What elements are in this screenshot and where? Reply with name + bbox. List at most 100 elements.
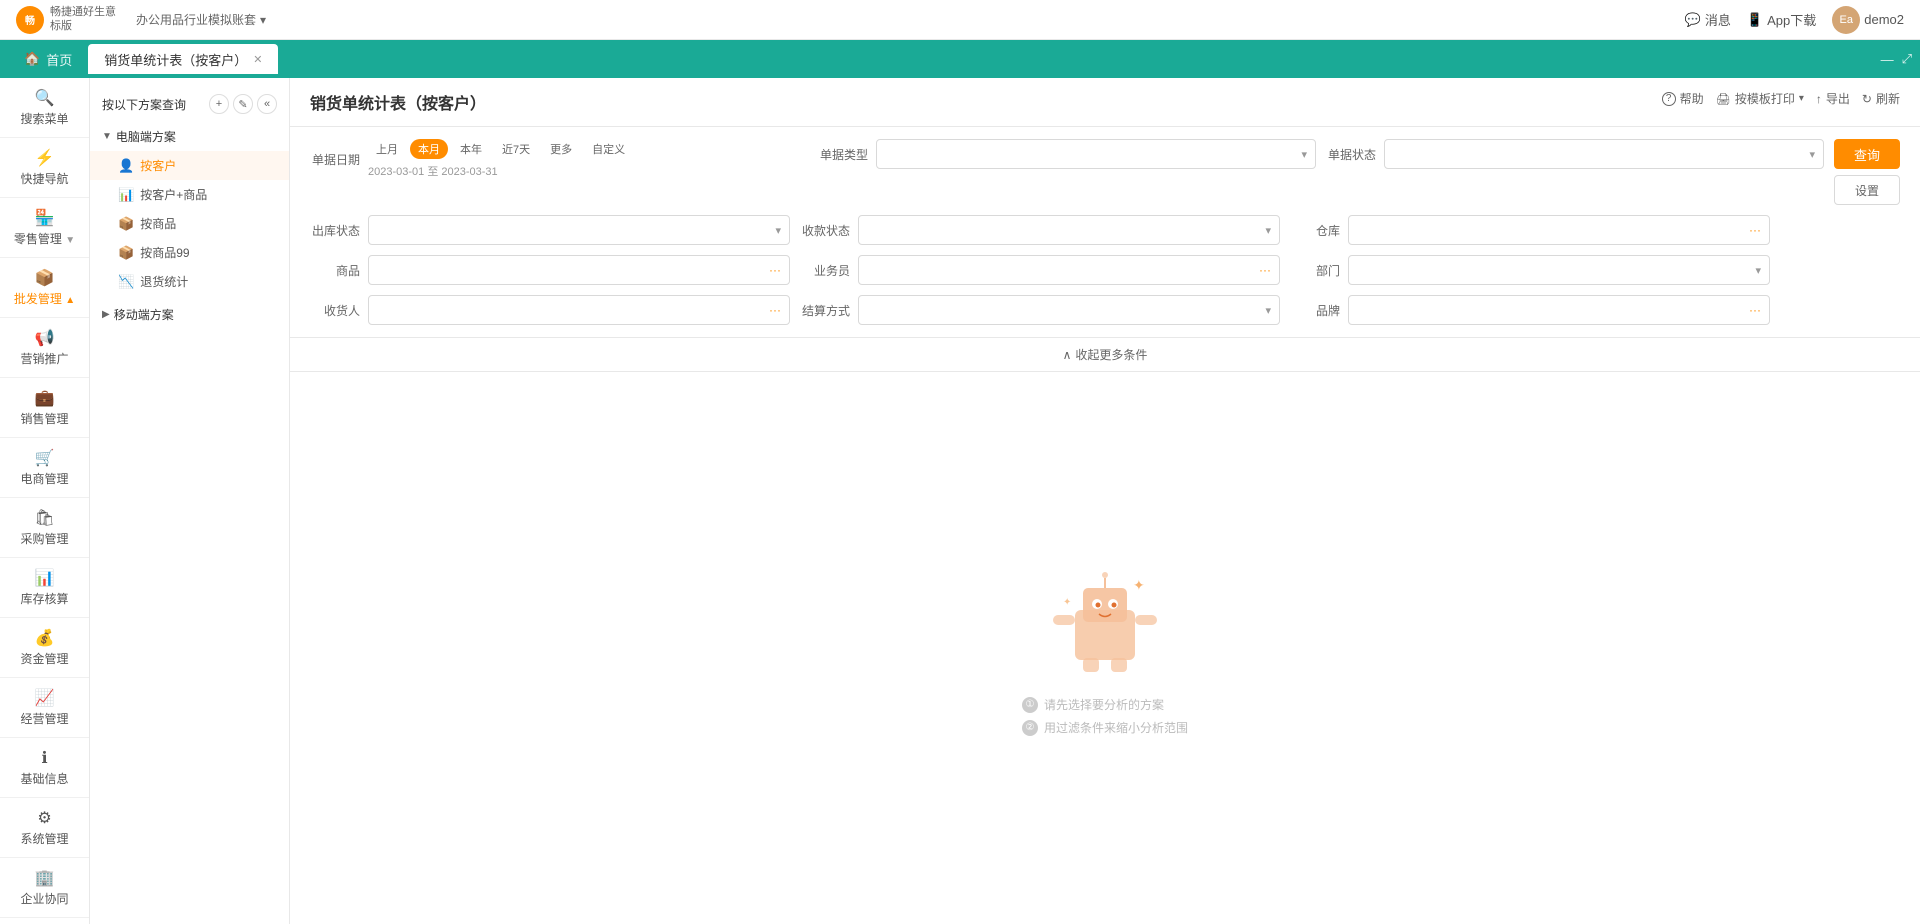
app-download-btn[interactable]: 📱 App下载: [1747, 10, 1816, 29]
avatar: Ea: [1832, 6, 1860, 34]
sidebar-item-ecommerce[interactable]: 🛒 电商管理: [0, 438, 89, 498]
empty-state: ✦ ✦ ① 请先选择要分析的方案 ② 用过滤条件来缩小分析范围: [290, 372, 1920, 924]
settlement-input[interactable]: ▾: [858, 295, 1280, 325]
sidebar-item-retail[interactable]: 🏪 零售管理 ▼: [0, 198, 89, 258]
top-header: 畅 畅捷通好生意 标版 办公用品行业模拟账套 ▾ 💬 消息 📱 App下载 Ea…: [0, 0, 1920, 40]
header-right: 💬 消息 📱 App下载 Ea demo2: [1685, 6, 1904, 34]
sidebar-item-wholesale[interactable]: 📦 批发管理 ▲: [0, 258, 89, 318]
page-header: 销货单统计表（按客户） ? 帮助 🖨 按模板打印 ▾ ↑ 导出 ↻ 刷新: [290, 78, 1920, 127]
left-panel: 按以下方案查询 + ✎ « ▼ 电脑端方案 👤 按客户 📊 按客户+商品 📦: [90, 78, 290, 924]
sidebar-item-marketing[interactable]: 📢 营销推广: [0, 318, 89, 378]
bill-status-input[interactable]: ▾: [1384, 139, 1824, 169]
plan-item-by-product[interactable]: 📦 按商品: [90, 209, 289, 238]
add-plan-btn[interactable]: +: [209, 94, 229, 114]
sidebar-item-enterprise[interactable]: 🏢 企业协同: [0, 858, 89, 918]
sidebar-item-quick-nav[interactable]: ⚡ 快捷导航: [0, 138, 89, 198]
main-layout: 🔍 搜索菜单 ⚡ 快捷导航 🏪 零售管理 ▼ 📦 批发管理 ▲ 📢 营销推广 💼…: [0, 78, 1920, 924]
sidebar-item-system[interactable]: ⚙ 系统管理: [0, 798, 89, 858]
svg-text:✦: ✦: [1133, 577, 1145, 593]
desktop-arrow-icon: ▼: [102, 131, 112, 142]
warehouse-input[interactable]: ···: [1348, 215, 1770, 245]
system-icon: ⚙: [4, 808, 85, 828]
product-icon: 📦: [118, 216, 134, 232]
date-tab-custom[interactable]: 自定义: [584, 139, 633, 159]
payment-status-arrow-icon: ▾: [1265, 224, 1271, 237]
tab-close-icon[interactable]: ✕: [253, 53, 262, 66]
brand-input[interactable]: ···: [1348, 295, 1770, 325]
ecommerce-icon: 🛒: [4, 448, 85, 468]
receiver-dots-icon: ···: [769, 303, 781, 317]
maximize-icon[interactable]: ⤢: [1902, 51, 1912, 67]
sidebar-item-finance[interactable]: 💰 资金管理: [0, 618, 89, 678]
minimize-icon[interactable]: —: [1881, 52, 1894, 67]
export-btn[interactable]: ↑ 导出: [1816, 90, 1850, 107]
collapse-icon: ∧: [1063, 348, 1072, 362]
inventory-icon: 📊: [4, 568, 85, 588]
brand-label: 品牌: [1290, 302, 1340, 319]
department-arrow-icon: ▾: [1755, 264, 1761, 277]
date-tab-more[interactable]: 更多: [542, 139, 580, 159]
empty-illustration: ✦ ✦: [1045, 560, 1165, 680]
hint1-num: ①: [1022, 697, 1038, 713]
edit-plan-btn[interactable]: ✎: [233, 94, 253, 114]
customer-product-icon: 📊: [118, 187, 134, 203]
stock-status-input[interactable]: ▾: [368, 215, 790, 245]
tab-sales-stat[interactable]: 销货单统计表（按客户） ✕: [88, 44, 278, 74]
plan-group-desktop-title[interactable]: ▼ 电脑端方案: [90, 122, 289, 151]
page-header-actions: ? 帮助 🖨 按模板打印 ▾ ↑ 导出 ↻ 刷新: [1662, 90, 1900, 119]
plan-item-by-customer[interactable]: 👤 按客户: [90, 151, 289, 180]
receiver-input[interactable]: ···: [368, 295, 790, 325]
wholesale-icon: 📦: [4, 268, 85, 288]
settings-btn[interactable]: 设置: [1834, 175, 1900, 205]
message-btn[interactable]: 💬 消息: [1685, 10, 1731, 29]
customer-icon: 👤: [118, 158, 134, 174]
basic-icon: ℹ: [4, 748, 85, 768]
plan-group-mobile: ▶ 移动端方案: [90, 300, 289, 329]
user-area[interactable]: Ea demo2: [1832, 6, 1904, 34]
plan-group-mobile-title[interactable]: ▶ 移动端方案: [90, 300, 289, 329]
date-tab-this-month[interactable]: 本月: [410, 139, 448, 159]
enterprise-icon: 🏢: [4, 868, 85, 888]
salesperson-label: 业务员: [800, 262, 850, 279]
plan-item-by-customer-product[interactable]: 📊 按客户+商品: [90, 180, 289, 209]
logo-area: 畅 畅捷通好生意 标版: [16, 6, 116, 34]
stock-status-label: 出库状态: [310, 222, 360, 239]
sidebar-item-operation[interactable]: 📈 经营管理: [0, 678, 89, 738]
date-label: 单据日期: [310, 151, 360, 168]
sidebar-item-purchase[interactable]: 🛍 采购管理: [0, 498, 89, 558]
refresh-btn[interactable]: ↻ 刷新: [1862, 90, 1900, 107]
settlement-label: 结算方式: [800, 302, 850, 319]
bill-type-arrow-icon: ▾: [1301, 148, 1307, 161]
tab-bar-right: — ⤢: [1881, 51, 1912, 67]
department-input[interactable]: ▾: [1348, 255, 1770, 285]
date-tab-last-month[interactable]: 上月: [368, 139, 406, 159]
print-btn[interactable]: 🖨 按模板打印 ▾: [1716, 90, 1804, 107]
plan-item-return-stats[interactable]: 📉 退货统计: [90, 267, 289, 296]
breadcrumb[interactable]: 办公用品行业模拟账套 ▾: [136, 11, 266, 28]
collapse-more-btn[interactable]: ∧ 收起更多条件: [1063, 346, 1148, 363]
refresh-icon: ↻: [1862, 92, 1872, 106]
print-arrow-icon: ▾: [1799, 93, 1804, 104]
payment-status-input[interactable]: ▾: [858, 215, 1280, 245]
sidebar-item-sales[interactable]: 💼 销售管理: [0, 378, 89, 438]
collapse-panel-btn[interactable]: «: [257, 94, 277, 114]
bill-type-input[interactable]: ▾: [876, 139, 1316, 169]
mobile-arrow-icon: ▶: [102, 309, 110, 320]
date-tab-last-7[interactable]: 近7天: [494, 139, 538, 159]
date-tab-this-year[interactable]: 本年: [452, 139, 490, 159]
salesperson-input[interactable]: ···: [858, 255, 1280, 285]
product-label: 商品: [310, 262, 360, 279]
help-icon: ?: [1662, 92, 1676, 106]
sidebar-item-basic[interactable]: ℹ 基础信息: [0, 738, 89, 798]
svg-text:✦: ✦: [1063, 597, 1071, 608]
query-btn[interactable]: 查询: [1834, 139, 1900, 169]
empty-svg: ✦ ✦: [1045, 560, 1165, 680]
sidebar-item-inventory[interactable]: 📊 库存核算: [0, 558, 89, 618]
product-input[interactable]: ···: [368, 255, 790, 285]
help-btn[interactable]: ? 帮助: [1662, 90, 1704, 107]
sidebar-item-search[interactable]: 🔍 搜索菜单: [0, 78, 89, 138]
tab-home[interactable]: 🏠 首页: [8, 44, 88, 74]
sidebar-item-newbie[interactable]: 🎯 新手引导: [0, 918, 89, 924]
purchase-icon: 🛍: [4, 508, 85, 528]
plan-item-by-product-99[interactable]: 📦 按商品99: [90, 238, 289, 267]
